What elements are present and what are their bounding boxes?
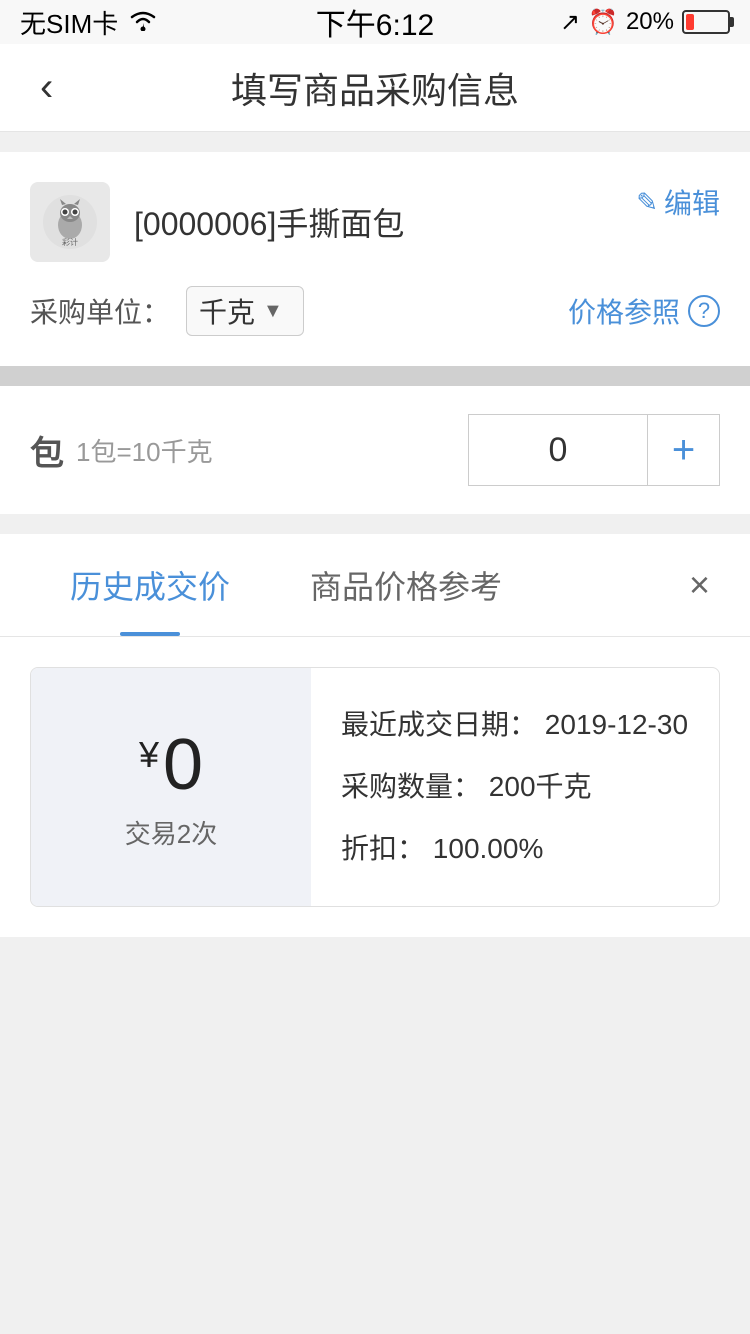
status-bar: 无SIM卡 下午6:12 ↗ ⏰ 20% — [0, 0, 750, 44]
product-header: 彩计 [0000006]手撕面包 ✎ 编辑 — [30, 182, 720, 262]
product-footer: 采购单位： 千克 ▼ 价格参照 ? — [30, 286, 720, 336]
carrier-text: 无SIM卡 — [20, 4, 118, 41]
quantity-plus-button[interactable]: + — [648, 414, 720, 486]
nav-header: ‹ 填写商品采购信息 — [0, 44, 750, 132]
location-icon: ↗ — [560, 8, 580, 37]
edit-button[interactable]: ✎ 编辑 — [636, 182, 720, 222]
price-ref-label: 价格参照 — [568, 291, 680, 331]
price-left-panel: ¥ 0 交易2次 — [31, 668, 311, 906]
product-name: [0000006]手撕面包 — [134, 199, 404, 245]
price-value: 0 — [163, 724, 203, 806]
unit-value: 千克 — [199, 291, 255, 331]
edit-icon: ✎ — [636, 187, 658, 218]
wifi-icon — [128, 7, 158, 38]
status-right-icons: ↗ ⏰ 20% — [560, 8, 730, 37]
section-divider — [0, 366, 750, 386]
unit-label: 采购单位： — [30, 291, 170, 331]
status-time: 下午6:12 — [316, 0, 434, 44]
quantity-unit-badge: 包 — [30, 426, 64, 475]
tab-history-price-label: 历史成交价 — [70, 569, 230, 605]
price-detail-date: 最近成交日期： 2019-12-30 — [341, 704, 689, 746]
unit-select[interactable]: 千克 ▼ — [186, 286, 304, 336]
product-info: 彩计 [0000006]手撕面包 — [30, 182, 404, 262]
price-right-panel: 最近成交日期： 2019-12-30 采购数量： 200千克 折扣： 100.0… — [311, 668, 719, 906]
price-qty-label: 采购数量： — [341, 771, 481, 802]
status-carrier: 无SIM卡 — [20, 4, 158, 41]
alarm-icon: ⏰ — [588, 8, 618, 37]
main-content: 历史成交价 商品价格参考 × ¥ 0 交易2次 最近成交日期： 2019- — [0, 534, 750, 1134]
quantity-controls: + — [468, 414, 720, 486]
unit-row: 采购单位： 千克 ▼ — [30, 286, 304, 336]
product-card: 彩计 [0000006]手撕面包 ✎ 编辑 采购单位： 千克 ▼ 价格参照 ? — [0, 152, 750, 366]
price-amount: ¥ 0 — [139, 724, 203, 806]
price-discount-label: 折扣： — [341, 833, 425, 864]
price-date-label: 最近成交日期： — [341, 709, 537, 740]
quantity-unit-desc: 1包=10千克 — [76, 432, 213, 469]
tab-history-price[interactable]: 历史成交价 — [30, 534, 270, 636]
price-discount-value: 100.00% — [433, 833, 544, 864]
tab-close-button[interactable]: × — [679, 554, 720, 616]
price-detail-discount: 折扣： 100.00% — [341, 828, 689, 870]
quantity-row: 包 1包=10千克 + — [0, 386, 750, 514]
page-title: 填写商品采购信息 — [231, 62, 519, 114]
edit-label: 编辑 — [664, 182, 720, 222]
tab-bar: 历史成交价 商品价格参考 × — [0, 534, 750, 637]
dropdown-arrow-icon: ▼ — [263, 300, 283, 323]
price-ref-button[interactable]: 价格参照 ? — [568, 291, 720, 331]
product-logo: 彩计 — [30, 182, 110, 262]
price-detail-qty: 采购数量： 200千克 — [341, 766, 689, 808]
tab-price-reference-label: 商品价格参考 — [310, 569, 502, 605]
battery-percent: 20% — [626, 8, 674, 36]
price-trade-count: 交易2次 — [125, 814, 217, 851]
svg-text:彩计: 彩计 — [62, 237, 78, 247]
price-ref-help-icon: ? — [688, 295, 720, 327]
price-currency: ¥ — [139, 734, 159, 776]
quantity-input[interactable] — [468, 414, 648, 486]
back-button[interactable]: ‹ — [30, 55, 63, 120]
price-date-value: 2019-12-30 — [545, 709, 688, 740]
battery-icon — [682, 10, 730, 34]
quantity-label: 包 1包=10千克 — [30, 426, 213, 475]
price-info-card: ¥ 0 交易2次 最近成交日期： 2019-12-30 采购数量： 200千克 … — [30, 667, 720, 907]
price-qty-value: 200千克 — [489, 771, 592, 802]
close-icon: × — [689, 564, 710, 605]
tab-price-reference[interactable]: 商品价格参考 — [270, 534, 542, 636]
price-content: ¥ 0 交易2次 最近成交日期： 2019-12-30 采购数量： 200千克 … — [0, 637, 750, 937]
